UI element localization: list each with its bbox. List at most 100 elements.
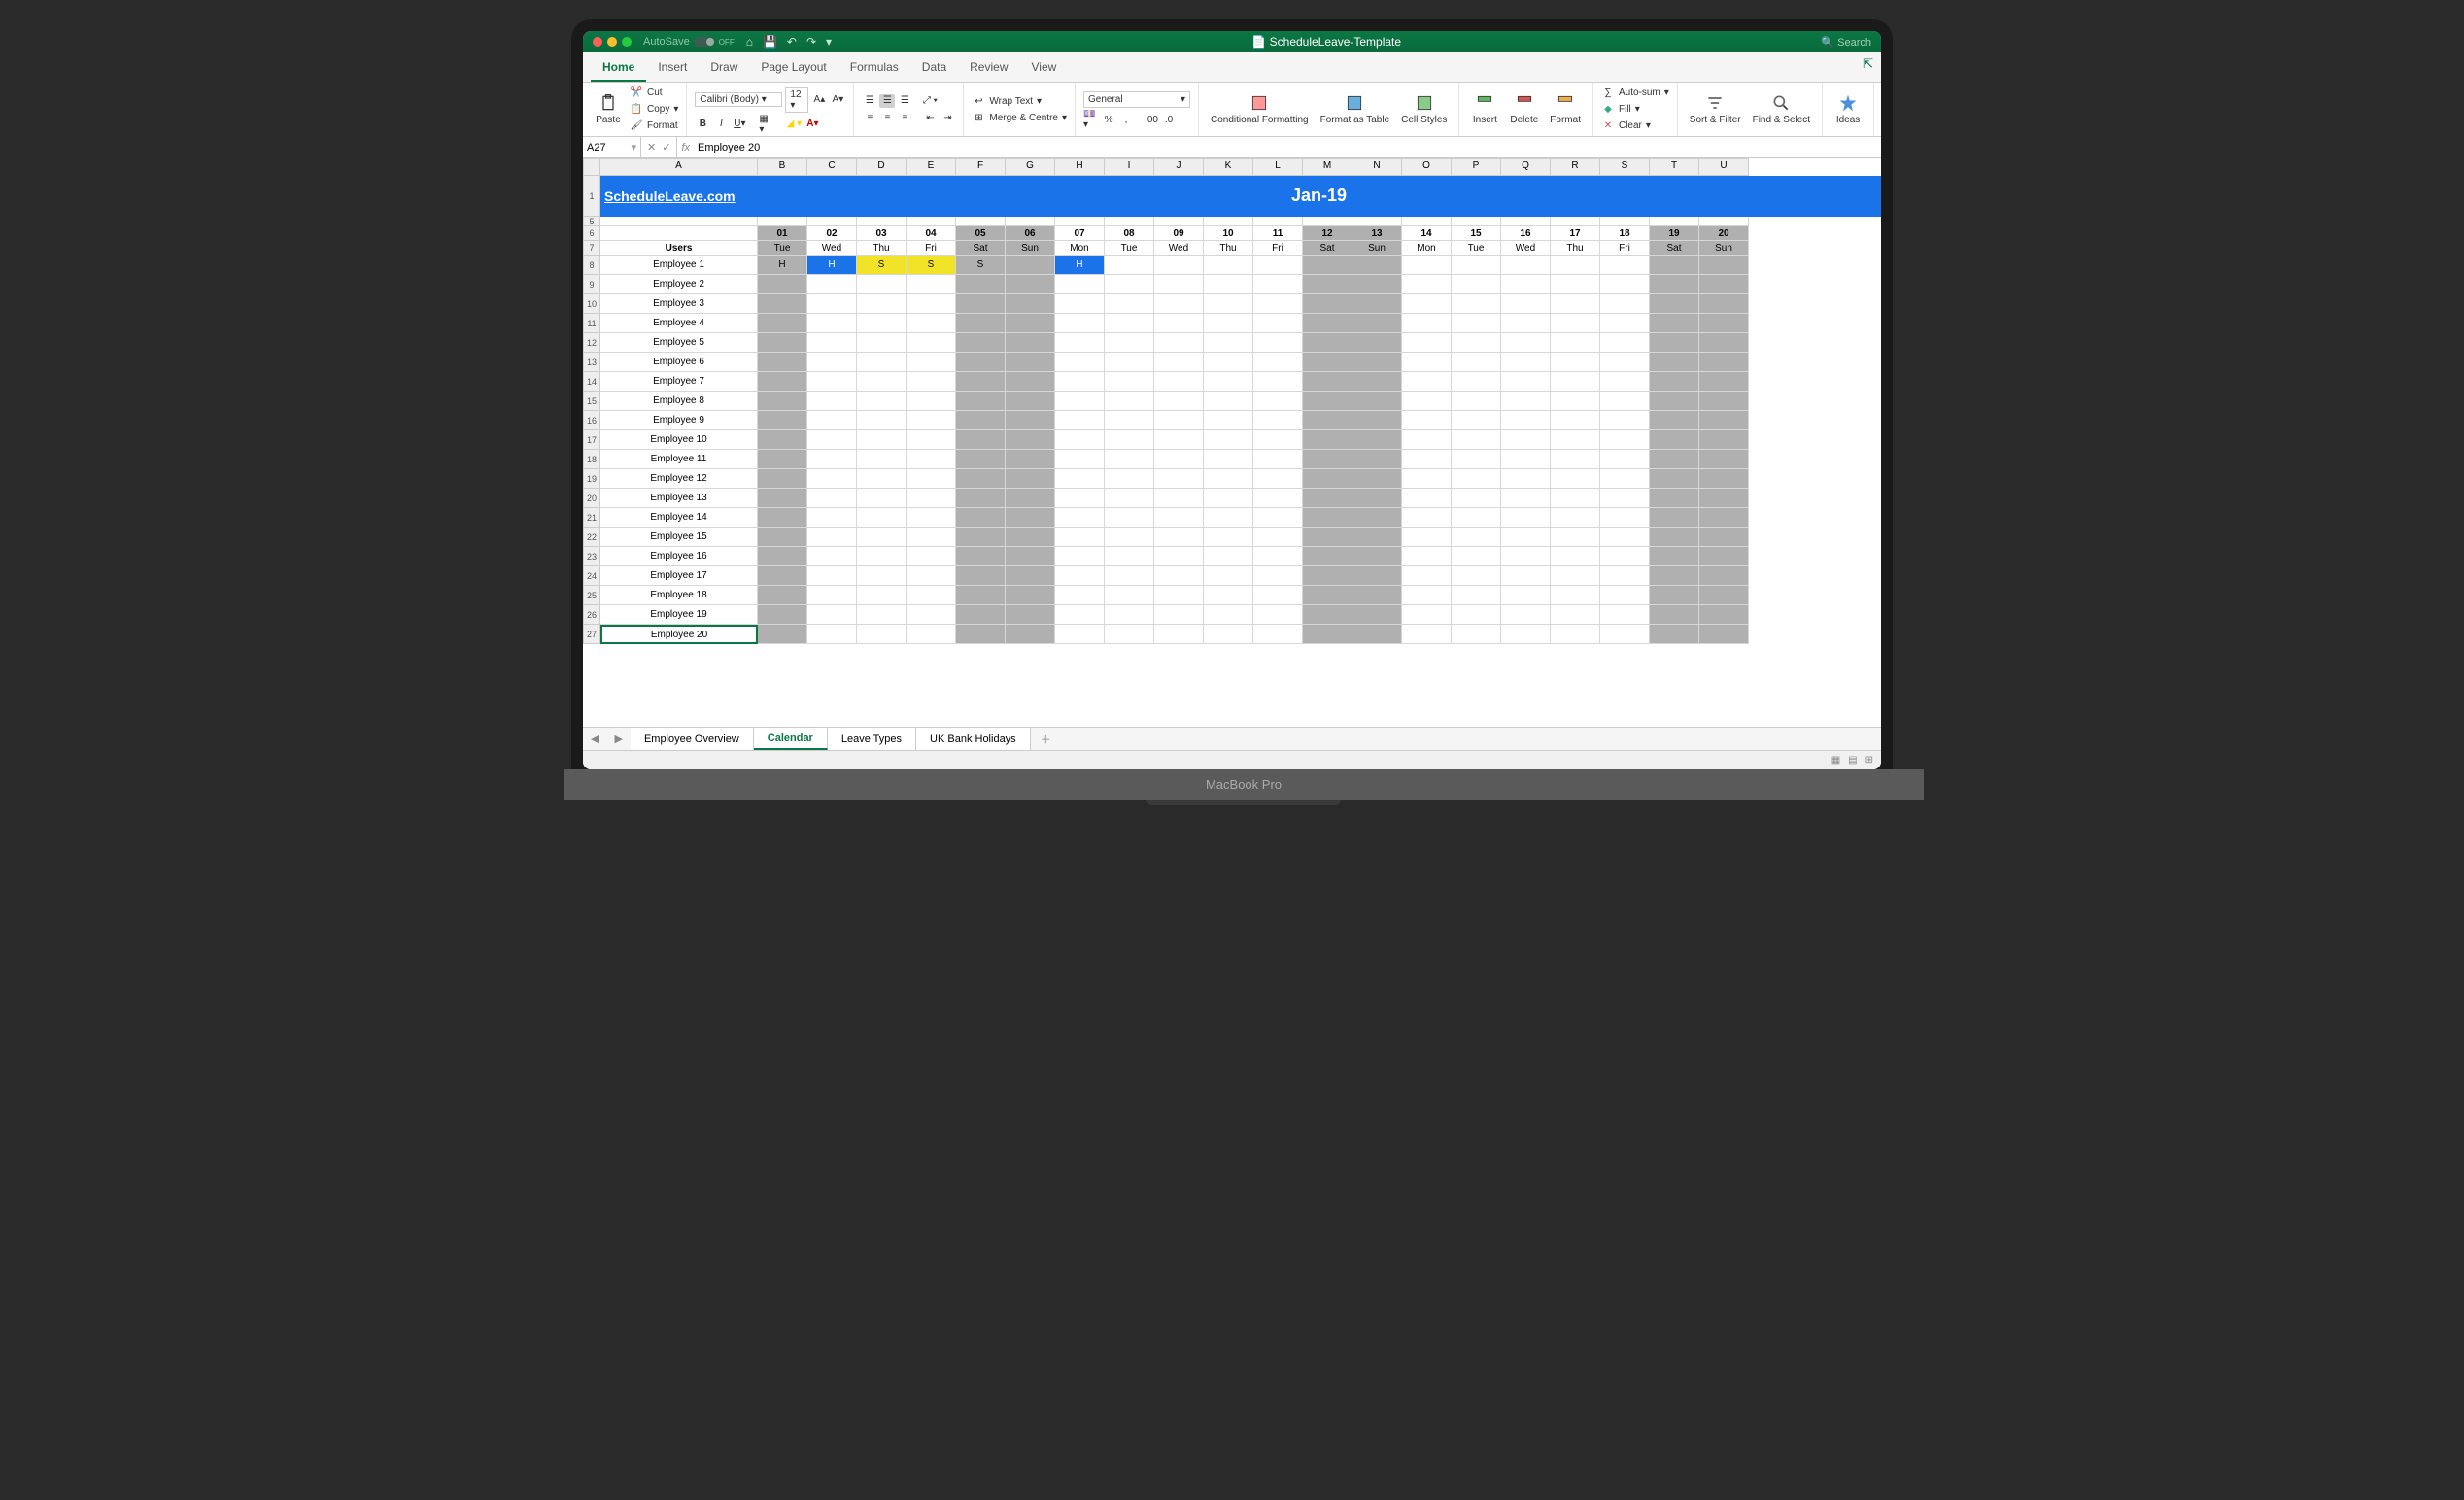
cell[interactable] <box>1303 256 1352 275</box>
cell[interactable] <box>956 353 1006 372</box>
cell[interactable] <box>807 528 857 547</box>
indent-increase-icon[interactable]: ⇥ <box>940 112 955 125</box>
cell[interactable] <box>807 625 857 644</box>
column-header[interactable]: S <box>1600 158 1650 176</box>
close-icon[interactable] <box>593 37 602 47</box>
cell[interactable] <box>1352 450 1402 469</box>
cell[interactable] <box>907 586 956 605</box>
next-sheet-icon[interactable]: ▶ <box>606 733 630 745</box>
cell[interactable] <box>1551 547 1600 566</box>
sheet-tab[interactable]: Employee Overview <box>631 728 754 750</box>
menu-tab-draw[interactable]: Draw <box>699 56 749 82</box>
cell[interactable] <box>956 372 1006 392</box>
cell[interactable] <box>1452 314 1501 333</box>
cell[interactable] <box>857 586 907 605</box>
menu-tab-view[interactable]: View <box>1020 56 1069 82</box>
cell[interactable] <box>1303 333 1352 353</box>
column-header[interactable]: N <box>1352 158 1402 176</box>
cell[interactable] <box>1154 256 1204 275</box>
cell[interactable] <box>907 411 956 430</box>
wrap-text-button[interactable]: ↩Wrap Text ▾ <box>972 94 1067 108</box>
cell[interactable] <box>1600 566 1650 586</box>
cell[interactable] <box>1352 333 1402 353</box>
cell[interactable]: 09 <box>1154 226 1204 241</box>
cell[interactable] <box>1600 353 1650 372</box>
cell[interactable]: H <box>807 256 857 275</box>
cell[interactable]: 14 <box>1402 226 1452 241</box>
cell[interactable]: Employee 18 <box>600 586 758 605</box>
cell[interactable] <box>1303 294 1352 314</box>
cell[interactable] <box>857 430 907 450</box>
cell[interactable] <box>956 333 1006 353</box>
cell[interactable] <box>1402 469 1452 489</box>
cell[interactable]: H <box>758 256 807 275</box>
cell[interactable]: Employee 6 <box>600 353 758 372</box>
cell[interactable] <box>1105 586 1154 605</box>
cell[interactable] <box>1105 528 1154 547</box>
cell[interactable] <box>857 566 907 586</box>
align-bottom-icon[interactable]: ☰ <box>897 94 912 108</box>
cell[interactable] <box>1650 217 1699 226</box>
cell[interactable] <box>1352 353 1402 372</box>
cell[interactable] <box>1154 392 1204 411</box>
cell[interactable] <box>956 547 1006 566</box>
find-select-button[interactable]: Find & Select <box>1749 91 1814 127</box>
cell[interactable]: Employee 14 <box>600 508 758 528</box>
column-header[interactable]: Q <box>1501 158 1551 176</box>
cell[interactable] <box>907 469 956 489</box>
cell[interactable] <box>1699 528 1749 547</box>
cell[interactable] <box>1452 489 1501 508</box>
cell[interactable] <box>1253 430 1303 450</box>
sort-filter-button[interactable]: Sort & Filter <box>1686 91 1745 127</box>
cell[interactable] <box>758 450 807 469</box>
cell[interactable] <box>1650 605 1699 625</box>
cell[interactable] <box>1352 256 1402 275</box>
cell[interactable] <box>1055 489 1105 508</box>
cell[interactable] <box>1452 566 1501 586</box>
cell[interactable] <box>907 333 956 353</box>
cell[interactable] <box>1006 333 1055 353</box>
cell[interactable] <box>1055 294 1105 314</box>
cell[interactable] <box>1204 547 1253 566</box>
column-header[interactable]: G <box>1006 158 1055 176</box>
cell[interactable] <box>1253 547 1303 566</box>
cell[interactable] <box>807 547 857 566</box>
cell[interactable] <box>758 353 807 372</box>
cell[interactable] <box>1303 566 1352 586</box>
cell[interactable] <box>807 469 857 489</box>
row-header[interactable]: 8 <box>583 256 600 275</box>
cell[interactable] <box>1600 256 1650 275</box>
cell[interactable] <box>956 275 1006 294</box>
underline-button[interactable]: U ▾ <box>732 117 747 132</box>
cell[interactable] <box>1204 508 1253 528</box>
cell[interactable]: Wed <box>1154 241 1204 256</box>
cell[interactable] <box>1501 450 1551 469</box>
cell[interactable] <box>1452 217 1501 226</box>
cell[interactable] <box>1006 256 1055 275</box>
cell[interactable] <box>807 333 857 353</box>
cell[interactable] <box>1253 450 1303 469</box>
cell[interactable] <box>1006 353 1055 372</box>
month-cell[interactable]: Jan-19 <box>758 176 1881 217</box>
cell[interactable] <box>1253 508 1303 528</box>
cell[interactable] <box>1650 625 1699 644</box>
cell[interactable]: Users <box>600 241 758 256</box>
cell[interactable] <box>1452 469 1501 489</box>
row-header[interactable]: 14 <box>583 372 600 392</box>
cell[interactable]: Employee 5 <box>600 333 758 353</box>
cell[interactable] <box>1352 566 1402 586</box>
cell[interactable] <box>758 411 807 430</box>
orientation-icon[interactable]: ⤢ ▾ <box>922 94 938 108</box>
cell[interactable] <box>1402 294 1452 314</box>
minimize-icon[interactable] <box>607 37 617 47</box>
cell[interactable]: Employee 2 <box>600 275 758 294</box>
cell[interactable] <box>1352 372 1402 392</box>
cell[interactable] <box>1303 547 1352 566</box>
cell[interactable] <box>807 450 857 469</box>
cell[interactable] <box>1303 217 1352 226</box>
cell[interactable]: S <box>956 256 1006 275</box>
column-header[interactable]: R <box>1551 158 1600 176</box>
cell[interactable]: Employee 8 <box>600 392 758 411</box>
cell[interactable] <box>1253 392 1303 411</box>
align-right-icon[interactable]: ≡ <box>897 112 912 125</box>
